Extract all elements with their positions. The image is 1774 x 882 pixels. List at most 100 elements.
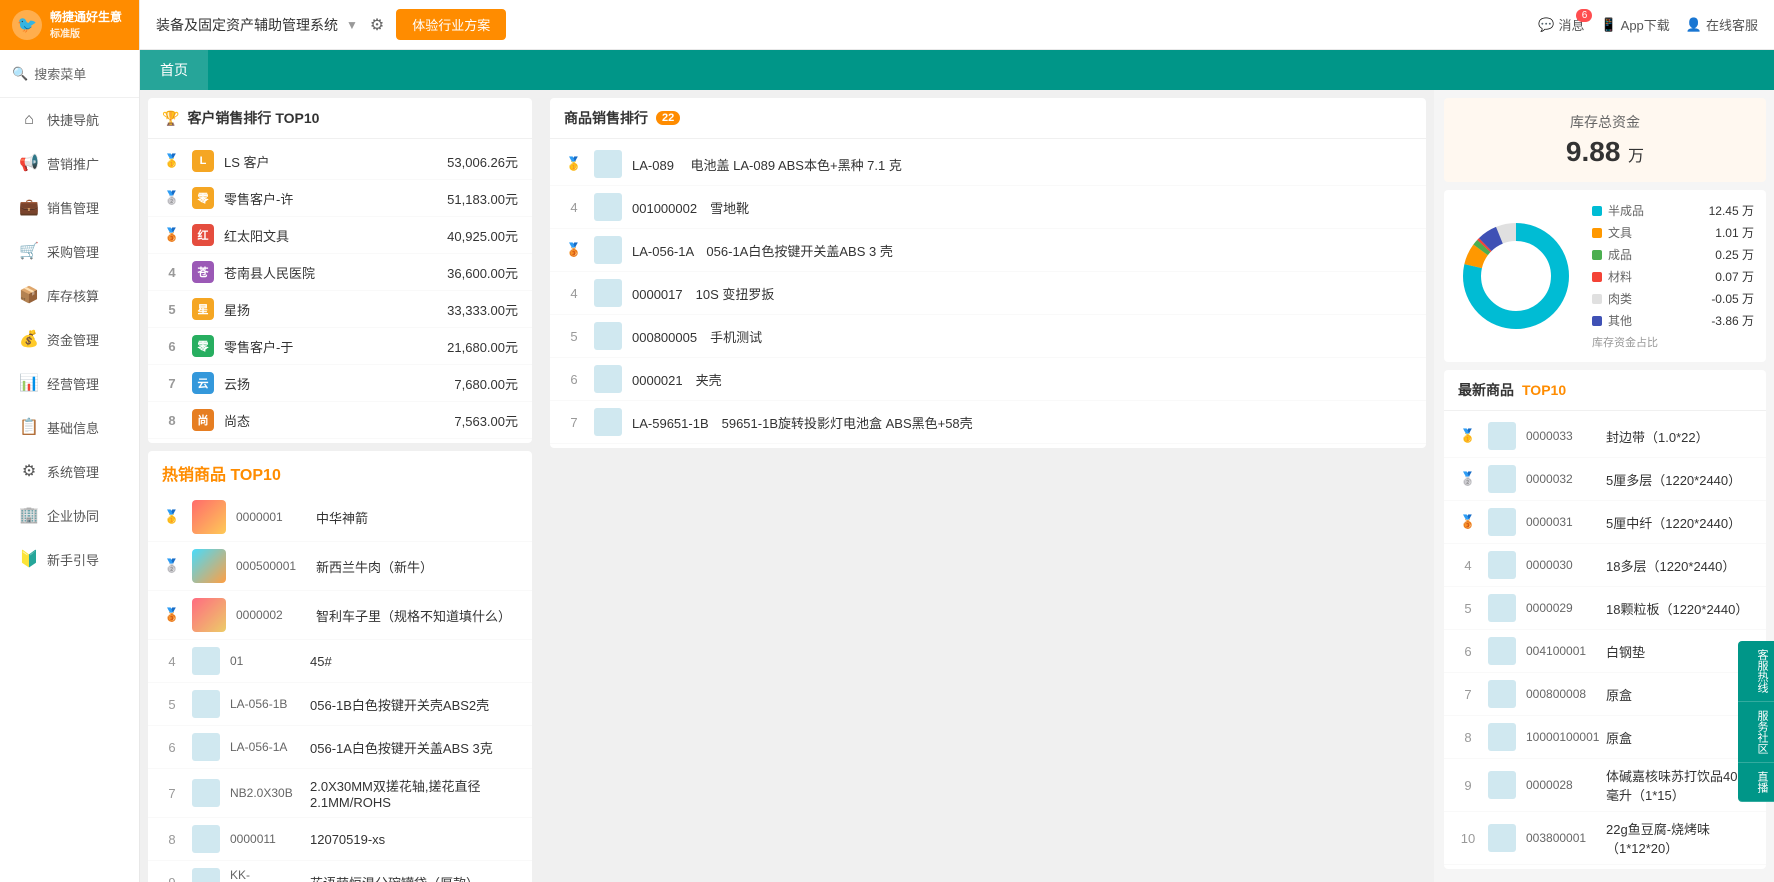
rank-number: 🥉: [564, 242, 584, 258]
service-community-button[interactable]: 服务社区: [1738, 702, 1774, 763]
product-image: [594, 279, 622, 307]
customer-value: 51,183.00元: [447, 189, 518, 208]
list-item: 5 LA-056-1B 056-1B白色按键开关壳ABS2壳: [148, 683, 532, 726]
product-image: [594, 322, 622, 350]
online-service-button[interactable]: 👤 在线客服: [1686, 15, 1758, 34]
customer-badge: 云: [192, 372, 214, 394]
rank-number: 5: [564, 329, 584, 344]
sidebar-item-operations[interactable]: 📊 经营管理: [0, 361, 139, 405]
list-item: 7 NB2.0X30B 2.0X30MM双搓花轴,搓花直径2.1MM/ROHS: [148, 769, 532, 818]
product-sales-title: 商品销售排行: [564, 108, 648, 128]
list-item: 🥇 LA-089 电池盖 LA-089 ABS本色+黑种 7.1 克: [550, 143, 1426, 186]
sidebar-item-quick-nav[interactable]: ⌂ 快捷导航: [0, 98, 139, 141]
product-image: [594, 236, 622, 264]
product-info: LA-59651-1B 59651-1B旋转投影灯电池盒 ABS黑色+58壳: [632, 413, 1412, 432]
rank-number: 4: [564, 286, 584, 301]
product-name: 原盒: [1606, 728, 1752, 747]
customer-value: 33,333.00元: [447, 300, 518, 319]
customer-badge: 尚: [192, 409, 214, 431]
list-item: 4 0000030 18多层（1220*2440）: [1444, 544, 1766, 587]
customer-name: 苍南县人民医院: [224, 263, 437, 282]
list-item: 🥇 0000001 中华神箭: [148, 493, 532, 542]
product-name: 12070519-xs: [310, 832, 518, 847]
product-code: 0000001: [236, 510, 306, 524]
left-column: 🏆 客户销售排行 TOP10 🥇 L LS 客户 53,006.26元 🥈 零 …: [140, 90, 540, 882]
message-badge: 6: [1576, 9, 1592, 22]
sidebar-item-inventory[interactable]: 📦 库存核算: [0, 273, 139, 317]
product-name: 原盒: [1606, 685, 1752, 704]
product-image: [1488, 771, 1516, 799]
chart-legend: 半成品 12.45 万 文具 1.01 万 成品 0.25 万: [1592, 202, 1754, 350]
product-image: [1488, 594, 1516, 622]
sidebar-item-enterprise[interactable]: 🏢 企业协同: [0, 493, 139, 537]
rank-number: 7: [162, 376, 182, 391]
list-item: 🥉 0000031 5厘中纤（1220*2440）: [1444, 501, 1766, 544]
system-selector[interactable]: 装备及固定资产辅助管理系统 ▼: [156, 15, 358, 35]
sidebar-item-marketing[interactable]: 📢 营销推广: [0, 141, 139, 185]
rank-number: 🥉: [162, 227, 182, 243]
rank-number: 🥇: [1458, 428, 1478, 444]
product-name: 056-1B白色按键开关壳ABS2壳: [310, 695, 518, 714]
customer-badge: 星: [192, 298, 214, 320]
sidebar-item-guide[interactable]: 🔰 新手引导: [0, 537, 139, 581]
product-code: 01: [230, 654, 300, 668]
rank-number: 🥉: [162, 607, 182, 623]
inventory-chart: 半成品 12.45 万 文具 1.01 万 成品 0.25 万: [1444, 190, 1766, 362]
product-image: [192, 549, 226, 583]
customer-service-button[interactable]: 客服热线: [1738, 641, 1774, 702]
list-item: 7 000800008 原盒: [1444, 673, 1766, 716]
product-image: [192, 598, 226, 632]
product-info: 001000002 雪地靴: [632, 198, 1412, 217]
product-image: [192, 500, 226, 534]
sidebar-item-purchase[interactable]: 🛒 采购管理: [0, 229, 139, 273]
customer-name: 零售客户-于: [224, 337, 437, 356]
product-image: [192, 825, 220, 853]
product-code: LA-056-1A: [230, 740, 300, 754]
search-icon: 🔍: [12, 66, 28, 82]
tab-home[interactable]: 首页: [140, 50, 208, 90]
product-info: LA-089 电池盖 LA-089 ABS本色+黑种 7.1 克: [632, 155, 1412, 174]
product-name: 18多层（1220*2440）: [1606, 556, 1752, 575]
table-row: 5 星 星扬 33,333.00元: [148, 291, 532, 328]
customer-name: 红太阳文具: [224, 226, 437, 245]
product-name: 5厘中纤（1220*2440）: [1606, 513, 1752, 532]
inventory-icon: 📦: [19, 285, 39, 305]
live-stream-button[interactable]: 直播: [1738, 763, 1774, 802]
sidebar-item-label: 库存核算: [47, 286, 99, 305]
home-tab-label: 首页: [160, 62, 188, 78]
app-download-button[interactable]: 📱 App下载: [1600, 15, 1669, 34]
sidebar-item-sales[interactable]: 💼 销售管理: [0, 185, 139, 229]
customer-value: 53,006.26元: [447, 152, 518, 171]
chart-footnote: 库存资金占比: [1592, 334, 1754, 350]
product-image: [594, 408, 622, 436]
middle-column: 商品销售排行 22 🥇 LA-089 电池盖 LA-089 ABS本色+黑种 7…: [540, 90, 1434, 882]
legend-item: 材料 0.07 万: [1592, 268, 1754, 285]
donut-chart-svg: [1456, 216, 1576, 336]
sidebar-item-system[interactable]: ⚙ 系统管理: [0, 449, 139, 493]
rank-number: 10: [1458, 831, 1478, 846]
sidebar-item-finance[interactable]: 💰 资金管理: [0, 317, 139, 361]
rank-number: 🥉: [1458, 514, 1478, 530]
list-item: 9 KK-SD22110H 花语萌恒温分碗罐袋（厚款）: [148, 861, 532, 882]
sidebar-search: 🔍 搜索菜单: [0, 50, 139, 98]
float-buttons: 客服热线 服务社区 直播: [1738, 641, 1774, 802]
product-sales-header: 商品销售排行 22: [550, 98, 1426, 139]
legend-dot: [1592, 250, 1602, 260]
trial-button[interactable]: 体验行业方案: [396, 9, 506, 40]
customer-value: 7,563.00元: [454, 411, 518, 430]
search-menu-button[interactable]: 🔍 搜索菜单: [12, 60, 127, 87]
product-image: [192, 733, 220, 761]
legend-dot: [1592, 206, 1602, 216]
sidebar-item-label: 经营管理: [47, 374, 99, 393]
message-button[interactable]: 💬 消息 6: [1538, 15, 1584, 34]
customer-badge: 零: [192, 335, 214, 357]
legend-value: 0.07 万: [1715, 268, 1754, 285]
settings-icon[interactable]: ⚙: [370, 15, 384, 35]
finance-icon: 💰: [19, 329, 39, 349]
rank-number: 6: [1458, 644, 1478, 659]
dropdown-arrow-icon[interactable]: ▼: [346, 18, 358, 32]
sidebar-item-basic-info[interactable]: 📋 基础信息: [0, 405, 139, 449]
rank-number: 8: [162, 413, 182, 428]
list-item: 🥉 LA-056-1A 056-1A白色按键开关盖ABS 3 壳: [550, 229, 1426, 272]
search-menu-label: 搜索菜单: [34, 64, 86, 83]
